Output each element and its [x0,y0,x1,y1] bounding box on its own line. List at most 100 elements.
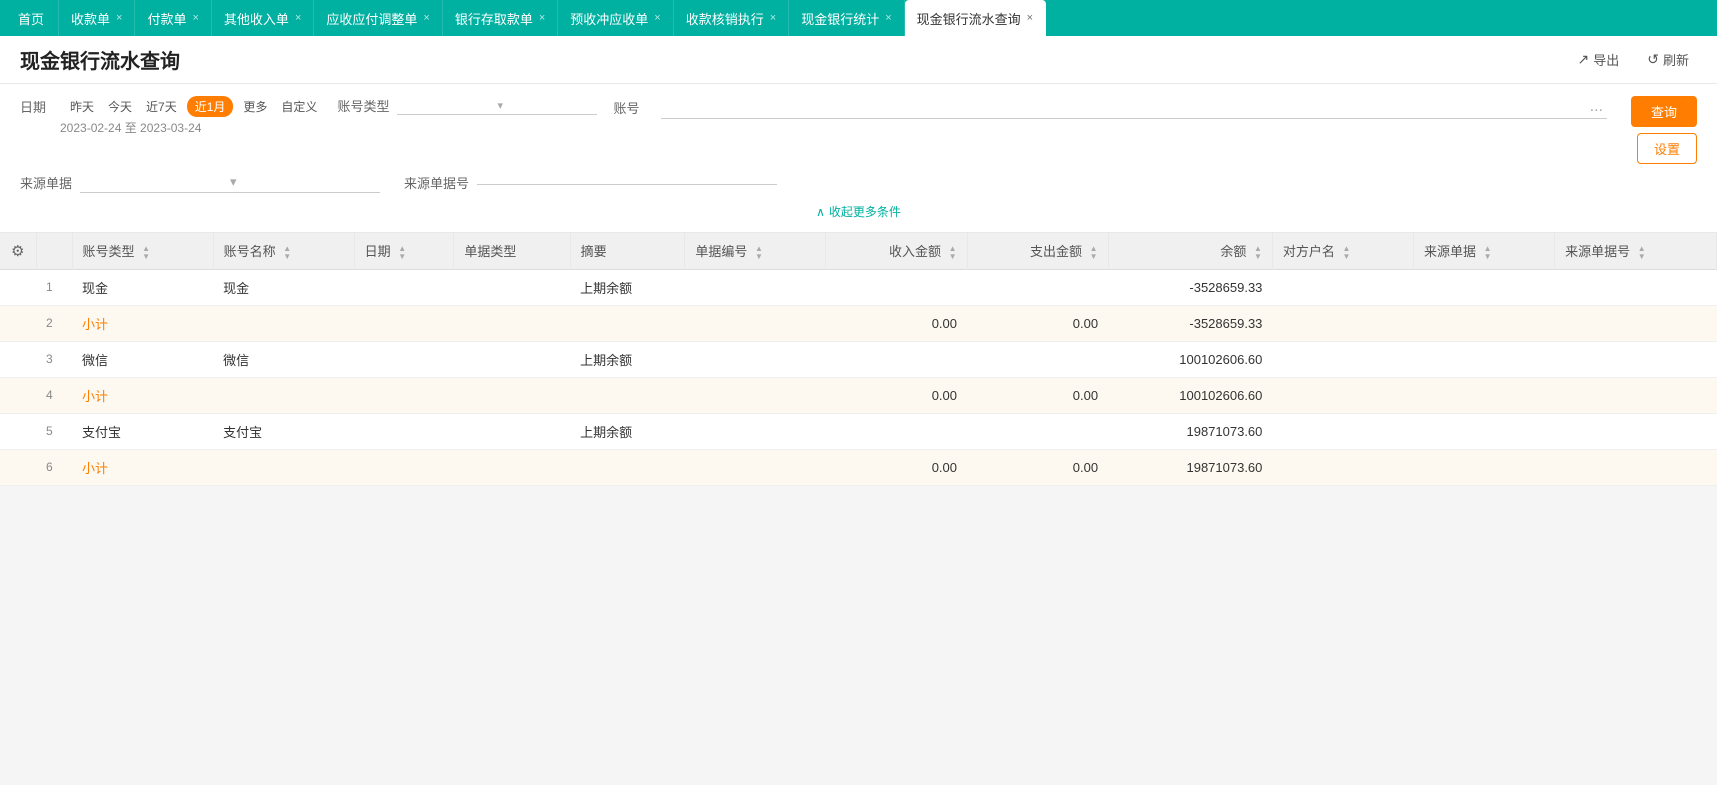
sort-source-doc-icon: ▲▼ [1484,245,1492,261]
th-index [36,233,72,269]
table-cell [0,413,36,449]
table-cell [1413,449,1554,485]
export-button[interactable]: ↗ 导出 [1570,46,1628,73]
table-cell: 0.00 [967,305,1108,341]
table-cell [354,377,454,413]
query-button[interactable]: 查询 [1631,96,1697,127]
sort-doc-no-icon: ▲▼ [755,245,763,261]
nav-tab-1[interactable]: 付款单 × [135,0,211,36]
close-tab-1-icon[interactable]: × [192,12,198,24]
th-balance[interactable]: 余额 ▲▼ [1108,233,1272,269]
table-cell [454,341,570,377]
close-tab-8-icon[interactable]: × [1027,12,1033,24]
date-btn-today[interactable]: 今天 [104,96,136,117]
export-icon: ↗ [1578,51,1590,68]
table-cell [454,377,570,413]
refresh-icon: ↺ [1647,51,1659,68]
table-cell [454,269,570,305]
table-cell [1272,377,1413,413]
table-cell: 4 [36,377,72,413]
table-row: 4小计0.000.00100102606.60 [0,377,1717,413]
table-cell: 上期余额 [570,413,685,449]
sort-income-icon: ▲▼ [949,245,957,261]
table-cell [0,305,36,341]
table-cell: 0.00 [826,305,967,341]
table-cell: 0.00 [826,377,967,413]
source-doc-select[interactable]: ▾ [80,172,380,193]
th-expense[interactable]: 支出金额 ▲▼ [967,233,1108,269]
table-cell [454,449,570,485]
close-tab-7-icon[interactable]: × [885,12,891,24]
nav-tab-0[interactable]: 收款单 × [59,0,135,36]
nav-tab-6[interactable]: 收款核销执行 × [674,0,789,36]
th-income[interactable]: 收入金额 ▲▼ [826,233,967,269]
source-doc-no-input[interactable] [477,180,777,185]
table-cell: 支付宝 [213,413,354,449]
table-row: 1现金现金上期余额-3528659.33 [0,269,1717,305]
sort-source-doc-no-icon: ▲▼ [1638,245,1646,261]
close-tab-4-icon[interactable]: × [539,12,545,24]
nav-tab-5[interactable]: 预收冲应收单 × [558,0,673,36]
table-cell: 小计 [72,305,213,341]
table-cell [1413,305,1554,341]
source-doc-label: 来源单据 [20,173,72,192]
table-cell: 支付宝 [72,413,213,449]
collapse-bar[interactable]: ∧ 收起更多条件 [20,199,1697,224]
nav-tab-4[interactable]: 银行存取款单 × [443,0,558,36]
refresh-button[interactable]: ↺ 刷新 [1639,46,1697,73]
date-btn-more[interactable]: 更多 [239,96,271,117]
account-type-label: 账号类型 [337,96,389,115]
table-cell [354,413,454,449]
table-cell [1413,377,1554,413]
th-account-type[interactable]: 账号类型 ▲▼ [72,233,213,269]
table-cell [1272,305,1413,341]
table-cell: 100102606.60 [1108,377,1272,413]
table-cell [685,341,826,377]
table-cell [0,377,36,413]
account-dots-icon[interactable]: ... [1590,98,1603,116]
settings-button[interactable]: 设置 [1637,133,1697,164]
close-tab-0-icon[interactable]: × [116,12,122,24]
source-doc-no-item: 来源单据号 [404,173,777,192]
nav-tab-2[interactable]: 其他收入单 × [212,0,314,36]
table-cell: 现金 [72,269,213,305]
table-cell [354,305,454,341]
close-tab-6-icon[interactable]: × [770,12,776,24]
date-btn-custom[interactable]: 自定义 [277,96,321,117]
date-btn-yesterday[interactable]: 昨天 [66,96,98,117]
table-cell: 微信 [72,341,213,377]
nav-home[interactable]: 首页 [4,0,59,36]
sort-expense-icon: ▲▼ [1090,245,1098,261]
date-btn-7days[interactable]: 近7天 [142,96,181,117]
th-settings[interactable]: ⚙ [0,233,36,269]
header-actions: ↗ 导出 ↺ 刷新 [1570,46,1698,73]
th-doc-no[interactable]: 单据编号 ▲▼ [685,233,826,269]
th-source-doc-no[interactable]: 来源单据号 ▲▼ [1555,233,1717,269]
table-cell [1413,341,1554,377]
close-tab-3-icon[interactable]: × [423,12,429,24]
table-cell: 100102606.60 [1108,341,1272,377]
table-cell: 1 [36,269,72,305]
nav-tab-3[interactable]: 应收应付调整单 × [314,0,442,36]
sort-account-name-icon: ▲▼ [283,245,291,261]
table-cell [1555,413,1717,449]
close-tab-2-icon[interactable]: × [295,12,301,24]
th-counterparty[interactable]: 对方户名 ▲▼ [1272,233,1413,269]
account-type-select[interactable]: ▾ [397,97,597,115]
nav-tab-8[interactable]: 现金银行流水查询 × [905,0,1046,36]
th-source-doc[interactable]: 来源单据 ▲▼ [1413,233,1554,269]
table-cell [1555,449,1717,485]
close-tab-5-icon[interactable]: × [654,12,660,24]
table-cell: 0.00 [826,449,967,485]
table-row: 2小计0.000.00-3528659.33 [0,305,1717,341]
table-cell [826,269,967,305]
table-cell [967,269,1108,305]
table-cell: 上期余额 [570,269,685,305]
date-btn-1month[interactable]: 近1月 [187,96,234,117]
nav-tab-7[interactable]: 现金银行统计 × [789,0,904,36]
table-row: 6小计0.000.0019871073.60 [0,449,1717,485]
th-account-name[interactable]: 账号名称 ▲▼ [213,233,354,269]
settings-gear-icon[interactable]: ⚙ [11,243,24,260]
th-date[interactable]: 日期 ▲▼ [354,233,454,269]
account-input[interactable]: ... [661,96,1607,119]
